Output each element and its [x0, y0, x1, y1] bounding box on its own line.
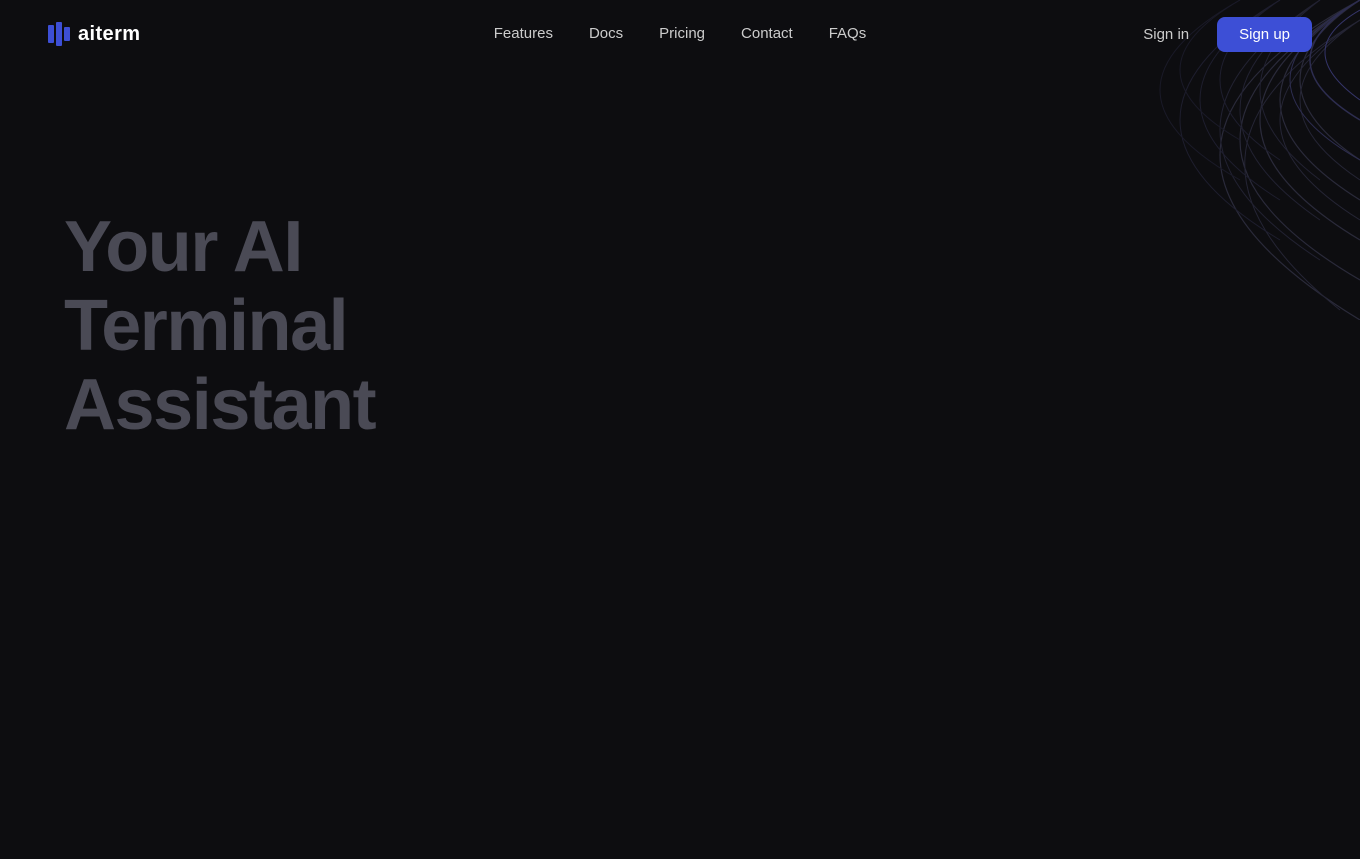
nav-item-contact[interactable]: Contact: [741, 25, 793, 43]
nav-link-docs[interactable]: Docs: [589, 25, 623, 42]
logo-bar-1: [48, 25, 54, 43]
nav-link-pricing[interactable]: Pricing: [659, 25, 705, 42]
logo-icon: [48, 22, 70, 46]
nav-link-contact[interactable]: Contact: [741, 25, 793, 42]
sign-in-button[interactable]: Sign in: [1131, 18, 1201, 51]
logo-text: aiterm: [78, 23, 140, 46]
nav-item-pricing[interactable]: Pricing: [659, 25, 705, 43]
hero-section: Your AI Terminal Assistant: [0, 68, 1360, 446]
nav-item-docs[interactable]: Docs: [589, 25, 623, 43]
nav-links: Features Docs Pricing Contact FAQs: [494, 25, 866, 43]
nav-link-features[interactable]: Features: [494, 25, 553, 42]
sign-up-button[interactable]: Sign up: [1217, 17, 1312, 52]
nav-item-faqs[interactable]: FAQs: [829, 25, 867, 43]
navbar: aiterm Features Docs Pricing Contact FAQ…: [0, 0, 1360, 68]
hero-title-line1: Your AI Terminal: [64, 207, 347, 366]
logo-bar-3: [64, 27, 70, 41]
hero-title-line2: Assistant: [64, 365, 375, 445]
logo-bar-2: [56, 22, 62, 46]
nav-item-features[interactable]: Features: [494, 25, 553, 43]
nav-link-faqs[interactable]: FAQs: [829, 25, 867, 42]
nav-actions: Sign in Sign up: [1131, 17, 1312, 52]
hero-title: Your AI Terminal Assistant: [64, 208, 584, 446]
logo[interactable]: aiterm: [48, 22, 140, 46]
